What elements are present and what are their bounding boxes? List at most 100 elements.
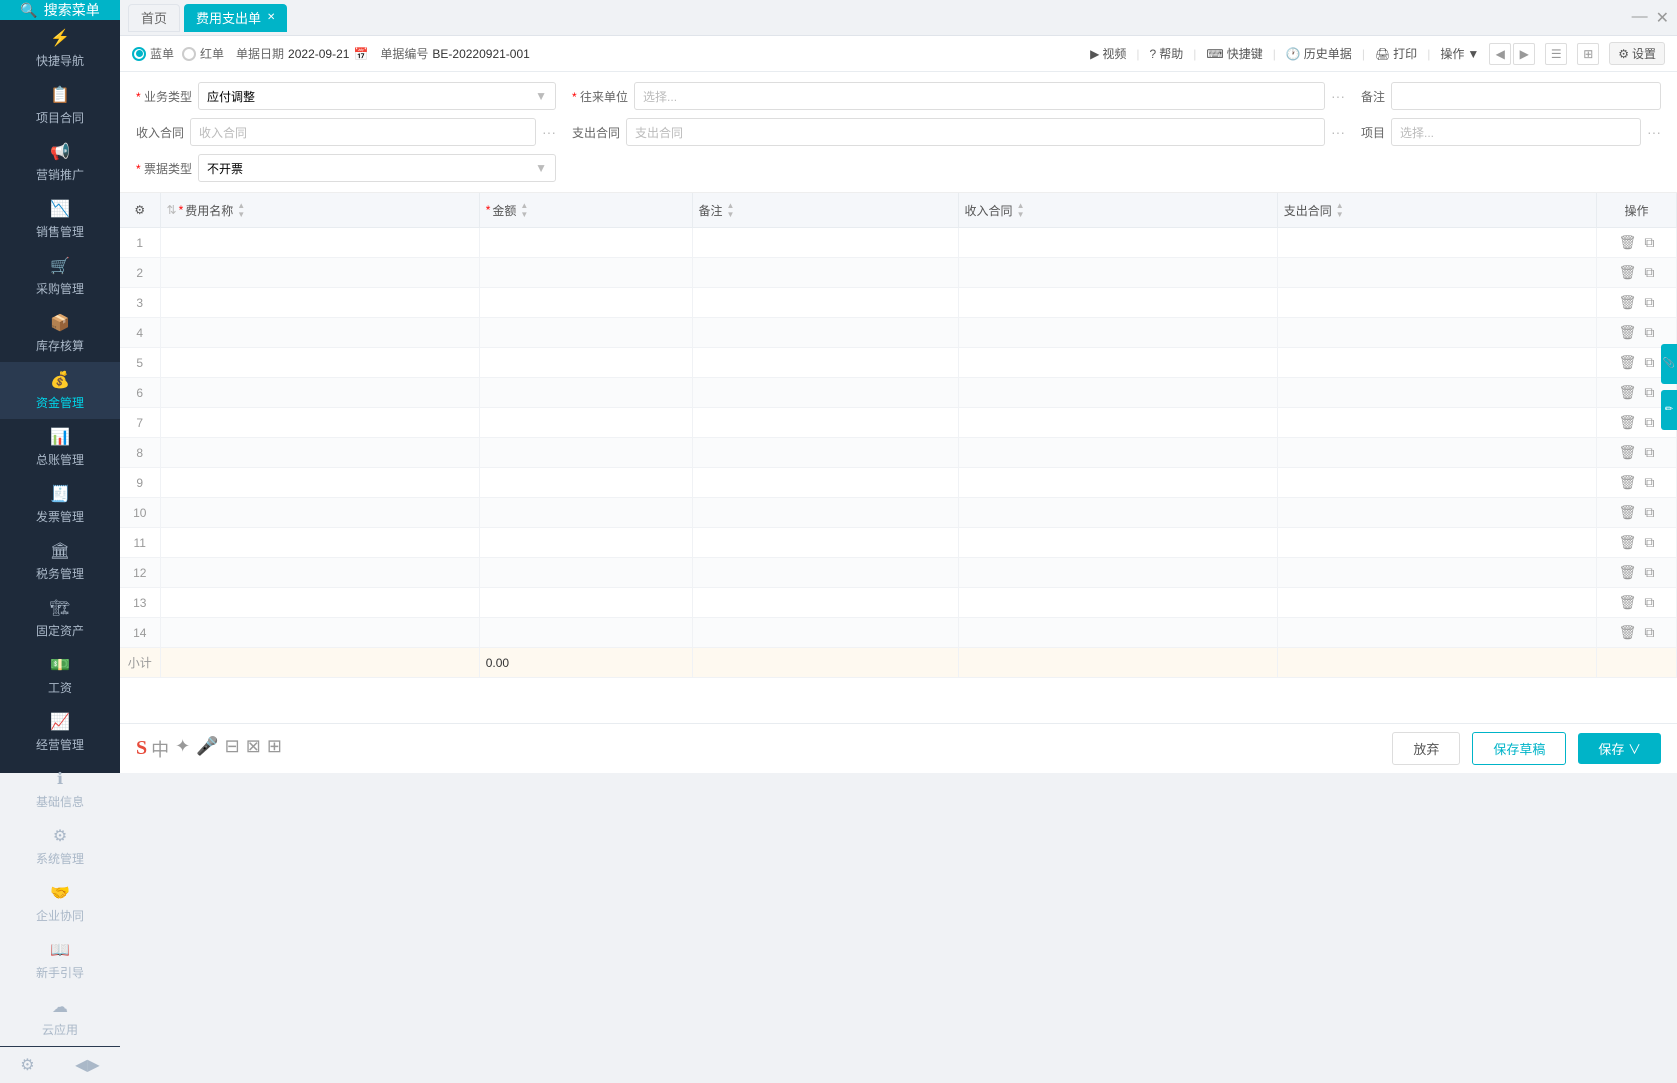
delete-icon[interactable]: 🗑 xyxy=(1619,234,1637,251)
cell-remark[interactable] xyxy=(692,618,958,648)
delete-icon[interactable]: 🗑 xyxy=(1619,504,1637,521)
prev-arrow[interactable]: ◀ xyxy=(1489,43,1511,65)
cell-expense-contract[interactable] xyxy=(1277,228,1596,258)
delete-icon[interactable]: 🗑 xyxy=(1619,324,1637,341)
save-draft-button[interactable]: 保存草稿 xyxy=(1472,732,1566,765)
cell-expense-name[interactable] xyxy=(160,438,479,468)
cell-expense-name[interactable] xyxy=(160,618,479,648)
cell-expense-name[interactable] xyxy=(160,588,479,618)
delete-icon[interactable]: 🗑 xyxy=(1619,414,1637,431)
income-contract-input[interactable]: 收入合同 xyxy=(190,118,536,146)
sidebar-item-zijin[interactable]: 💰 资金管理 xyxy=(0,362,120,419)
cell-amount[interactable] xyxy=(479,498,692,528)
print-btn[interactable]: 🖨 打印 xyxy=(1375,45,1417,62)
cell-amount[interactable] xyxy=(479,468,692,498)
cell-expense-name[interactable] xyxy=(160,288,479,318)
cell-remark[interactable] xyxy=(692,438,958,468)
sidebar-item-xiaoshou[interactable]: 📉 销售管理 xyxy=(0,191,120,248)
cell-amount[interactable] xyxy=(479,438,692,468)
cell-remark[interactable] xyxy=(692,588,958,618)
minimize-icon[interactable]: — xyxy=(1632,8,1648,28)
copy-icon[interactable]: ⧉ xyxy=(1644,384,1654,401)
delete-icon[interactable]: 🗑 xyxy=(1619,384,1637,401)
cell-income-contract[interactable] xyxy=(958,468,1277,498)
speaker-icon[interactable]: ◀▶ xyxy=(75,1055,100,1075)
cell-remark[interactable] xyxy=(692,528,958,558)
cell-remark[interactable] xyxy=(692,258,958,288)
partner-more-icon[interactable]: ··· xyxy=(1331,88,1345,104)
sidebar-item-zhangao[interactable]: 📊 总账管理 xyxy=(0,419,120,476)
save-button[interactable]: 保存 ∨ xyxy=(1578,733,1661,764)
copy-icon[interactable]: ⧉ xyxy=(1644,564,1654,581)
video-btn[interactable]: ▶ 视频 xyxy=(1090,45,1126,62)
delete-icon[interactable]: 🗑 xyxy=(1619,354,1637,371)
delete-icon[interactable]: 🗑 xyxy=(1619,474,1637,491)
cell-income-contract[interactable] xyxy=(958,318,1277,348)
delete-icon[interactable]: 🗑 xyxy=(1619,594,1637,611)
cell-amount[interactable] xyxy=(479,618,692,648)
delete-icon[interactable]: 🗑 xyxy=(1619,444,1637,461)
cell-income-contract[interactable] xyxy=(958,408,1277,438)
project-more-icon[interactable]: ··· xyxy=(1647,124,1661,140)
cell-amount[interactable] xyxy=(479,258,692,288)
cell-remark[interactable] xyxy=(692,318,958,348)
th-gear[interactable]: ⚙ xyxy=(120,193,160,228)
cell-income-contract[interactable] xyxy=(958,498,1277,528)
sidebar-item-xitong[interactable]: ⚙ 系统管理 xyxy=(0,818,120,875)
cell-expense-contract[interactable] xyxy=(1277,618,1596,648)
sidebar-header[interactable]: 🔍 搜索菜单 xyxy=(0,0,120,20)
copy-icon[interactable]: ⧉ xyxy=(1644,324,1654,341)
cell-amount[interactable] xyxy=(479,408,692,438)
cell-expense-contract[interactable] xyxy=(1277,528,1596,558)
delete-icon[interactable]: 🗑 xyxy=(1619,624,1637,641)
cell-income-contract[interactable] xyxy=(958,438,1277,468)
cell-remark[interactable] xyxy=(692,378,958,408)
history-btn[interactable]: 🕐 历史单据 xyxy=(1286,45,1352,62)
delete-icon[interactable]: 🗑 xyxy=(1619,564,1637,581)
cell-income-contract[interactable] xyxy=(958,228,1277,258)
cell-expense-contract[interactable] xyxy=(1277,258,1596,288)
sidebar-item-xinshou[interactable]: 📖 新手引导 xyxy=(0,932,120,989)
sidebar-item-jingying[interactable]: 📈 经营管理 xyxy=(0,704,120,761)
copy-icon[interactable]: ⧉ xyxy=(1644,414,1654,431)
cell-expense-name[interactable] xyxy=(160,258,479,288)
expense-contract-more-icon[interactable]: ··· xyxy=(1331,124,1345,140)
cell-remark[interactable] xyxy=(692,468,958,498)
cell-amount[interactable] xyxy=(479,528,692,558)
cell-expense-contract[interactable] xyxy=(1277,348,1596,378)
invoice-type-select[interactable]: 不开票 ▼ xyxy=(198,154,556,182)
cell-amount[interactable] xyxy=(479,288,692,318)
cell-income-contract[interactable] xyxy=(958,378,1277,408)
calendar-icon[interactable]: 📅 xyxy=(353,47,368,61)
copy-icon[interactable]: ⧉ xyxy=(1644,594,1654,611)
sidebar-item-fapiao[interactable]: 🧾 发票管理 xyxy=(0,476,120,533)
cell-expense-name[interactable] xyxy=(160,318,479,348)
red-bill-radio[interactable]: 红单 xyxy=(182,45,224,62)
cell-expense-name[interactable] xyxy=(160,348,479,378)
blue-bill-radio[interactable]: 蓝单 xyxy=(132,45,174,62)
sidebar-item-jichu[interactable]: ℹ 基础信息 xyxy=(0,761,120,818)
sidebar-item-xiangmu[interactable]: 📋 项目合同 xyxy=(0,77,120,134)
right-edge-btn-1[interactable]: 📎 xyxy=(1661,344,1677,384)
sidebar-item-yingxiao[interactable]: 📢 营销推广 xyxy=(0,134,120,191)
cell-expense-contract[interactable] xyxy=(1277,498,1596,528)
cell-expense-contract[interactable] xyxy=(1277,468,1596,498)
next-arrow[interactable]: ▶ xyxy=(1513,43,1535,65)
cell-expense-contract[interactable] xyxy=(1277,288,1596,318)
delete-icon[interactable]: 🗑 xyxy=(1619,294,1637,311)
cell-expense-contract[interactable] xyxy=(1277,408,1596,438)
income-contract-more-icon[interactable]: ··· xyxy=(542,124,556,140)
cell-amount[interactable] xyxy=(479,318,692,348)
sidebar-item-caigou[interactable]: 🛒 采购管理 xyxy=(0,248,120,305)
settings-bottom-icon[interactable]: ⚙ xyxy=(20,1055,34,1075)
copy-icon[interactable]: ⧉ xyxy=(1644,474,1654,491)
close-icon[interactable]: ✕ xyxy=(1656,8,1669,28)
shortcut-btn[interactable]: ⌨ 快捷键 xyxy=(1206,45,1262,62)
cell-remark[interactable] xyxy=(692,348,958,378)
sidebar-item-gongzi[interactable]: 💵 工资 xyxy=(0,647,120,704)
cell-expense-name[interactable] xyxy=(160,528,479,558)
expense-contract-input[interactable]: 支出合同 xyxy=(626,118,1325,146)
table-gear-icon[interactable]: ⚙ xyxy=(134,203,145,217)
cell-amount[interactable] xyxy=(479,588,692,618)
settings-button[interactable]: ⚙ 设置 xyxy=(1609,42,1665,65)
